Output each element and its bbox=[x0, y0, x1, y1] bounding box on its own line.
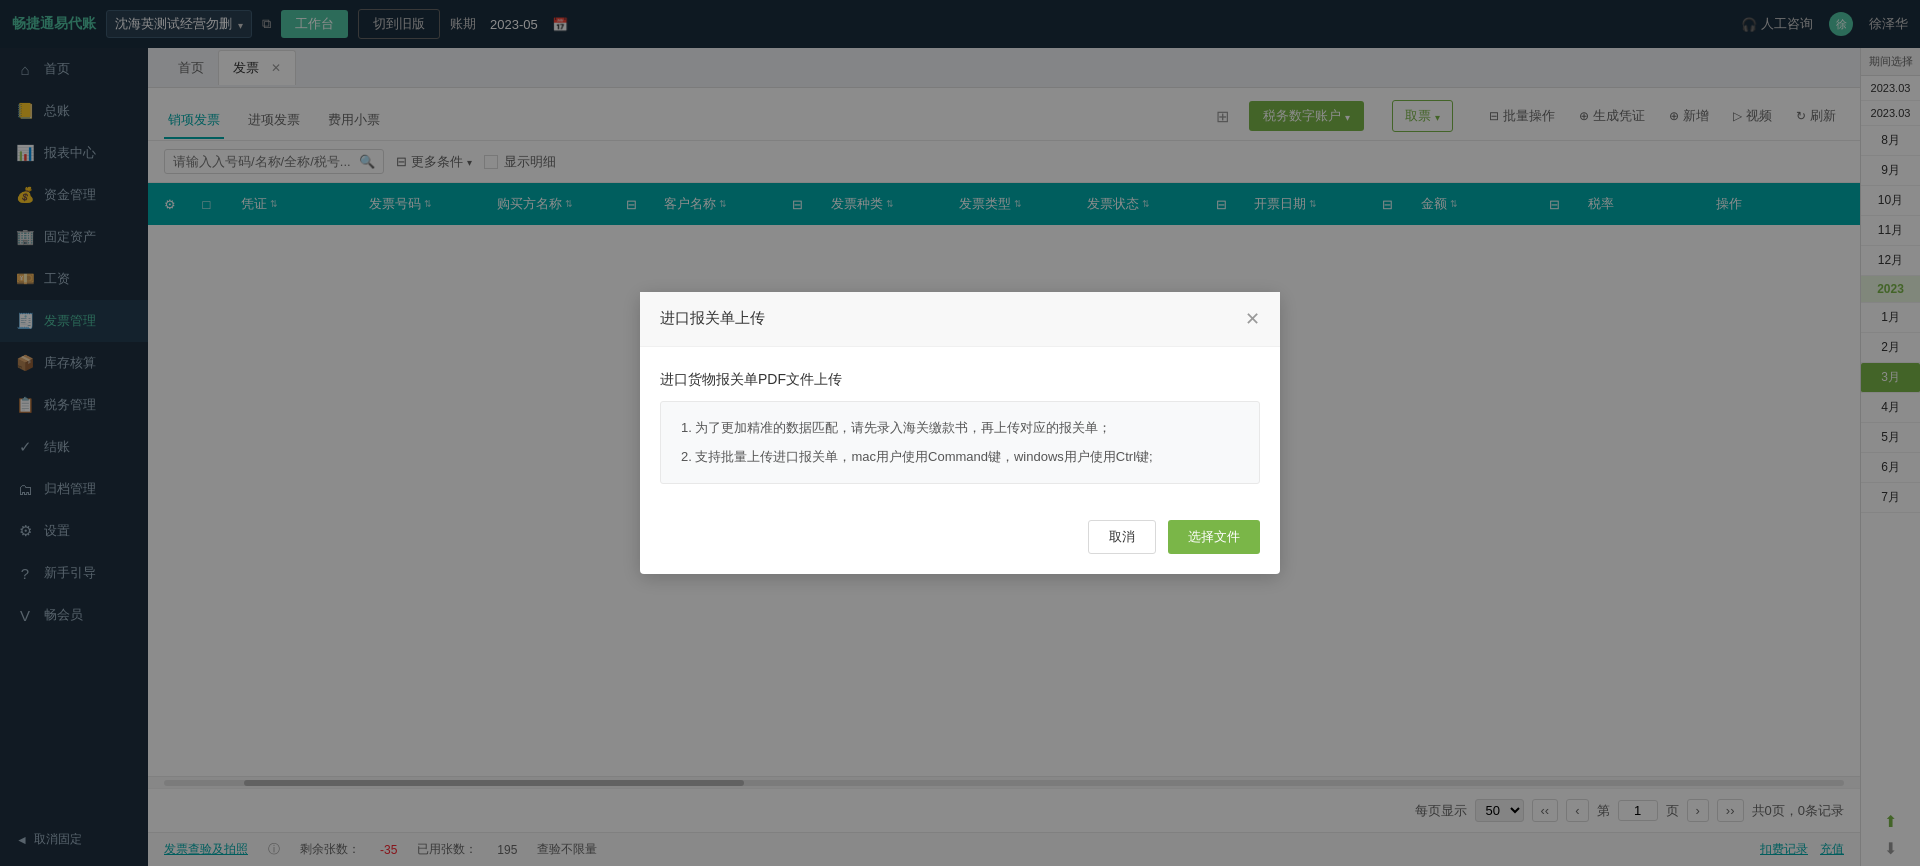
modal-footer: 取消 选择文件 bbox=[640, 508, 1280, 574]
modal-section-title: 进口货物报关单PDF文件上传 bbox=[660, 371, 1260, 389]
import-customs-modal: 进口报关单上传 ✕ 进口货物报关单PDF文件上传 1. 为了更加精准的数据匹配，… bbox=[640, 292, 1280, 575]
modal-header: 进口报关单上传 ✕ bbox=[640, 292, 1280, 347]
modal-cancel-button[interactable]: 取消 bbox=[1088, 520, 1156, 554]
modal-info-item-1: 1. 为了更加精准的数据匹配，请先录入海关缴款书，再上传对应的报关单； bbox=[681, 418, 1239, 439]
modal-info-box: 1. 为了更加精准的数据匹配，请先录入海关缴款书，再上传对应的报关单； 2. 支… bbox=[660, 401, 1260, 485]
modal-title: 进口报关单上传 bbox=[660, 309, 765, 328]
modal-body: 进口货物报关单PDF文件上传 1. 为了更加精准的数据匹配，请先录入海关缴款书，… bbox=[640, 347, 1280, 509]
modal-select-file-button[interactable]: 选择文件 bbox=[1168, 520, 1260, 554]
modal-info-item-2: 2. 支持批量上传进口报关单，mac用户使用Command键，windows用户… bbox=[681, 447, 1239, 468]
modal-overlay: 进口报关单上传 ✕ 进口货物报关单PDF文件上传 1. 为了更加精准的数据匹配，… bbox=[0, 0, 1920, 866]
modal-close-button[interactable]: ✕ bbox=[1245, 308, 1260, 330]
